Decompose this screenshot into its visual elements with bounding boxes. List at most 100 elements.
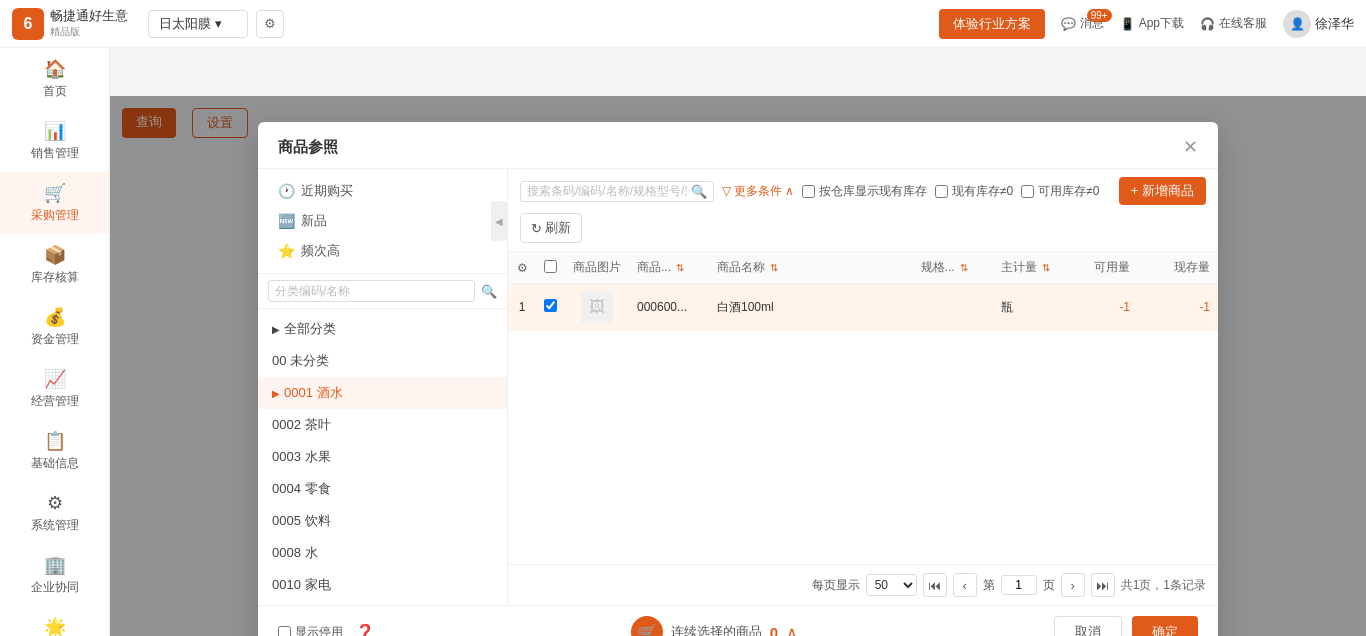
store-selector[interactable]: 日太阳膜 ▾ (148, 10, 248, 38)
category-water[interactable]: 0008 水 (258, 537, 507, 569)
row-settings: 1 (508, 284, 536, 331)
col-spec-header[interactable]: 规格... ⇅ (913, 252, 993, 284)
sidebar-item-finance-label: 资金管理 (31, 331, 79, 348)
sidebar-item-system-label: 系统管理 (31, 517, 79, 534)
col-code-header[interactable]: 商品... ⇅ (629, 252, 709, 284)
category-search-input[interactable] (268, 280, 475, 302)
sort-spec-icon: ⇅ (960, 262, 968, 273)
sort-code-icon: ⇅ (676, 262, 684, 273)
stock-checkbox[interactable] (935, 185, 948, 198)
avail-checkbox-group[interactable]: 可用库存≠0 (1021, 183, 1099, 200)
sidebar-item-sales[interactable]: 📊 销售管理 (0, 110, 109, 172)
row-checkbox[interactable] (544, 299, 557, 312)
prev-page-button[interactable]: ‹ (953, 573, 977, 597)
collapse-cart-icon[interactable]: ∧ (786, 623, 798, 637)
per-page-label: 每页显示 (812, 577, 860, 594)
col-name-header[interactable]: 商品名称 ⇅ (709, 252, 913, 284)
table-row[interactable]: 1 🖼 (508, 284, 1218, 331)
filter-recent-purchase[interactable]: 🕐 近期购买 (270, 177, 495, 205)
home-icon: 🏠 (44, 58, 66, 80)
sidebar-item-inventory[interactable]: 📦 库存核算 (0, 234, 109, 296)
sidebar-item-sales-label: 销售管理 (31, 145, 79, 162)
footer-buttons: 取消 确定 (1054, 616, 1198, 636)
last-page-button[interactable]: ⏭ (1091, 573, 1115, 597)
warehouse-checkbox[interactable] (802, 185, 815, 198)
sidebar-item-basic[interactable]: 📋 基础信息 (0, 420, 109, 482)
first-page-button[interactable]: ⏮ (923, 573, 947, 597)
product-table-wrap: ⚙ 商品图片 商品... ⇅ (508, 252, 1218, 564)
modal-toolbar: 🔍 ▽ 更多条件 ∧ 按仓库显示现有库存 (508, 169, 1218, 252)
col-unit-header[interactable]: 主计量 ⇅ (993, 252, 1058, 284)
modal-footer: 显示停用 ❓ 🛒 连续选择的商品 0 ∧ 取消 确定 (258, 605, 1218, 636)
avail-checkbox[interactable] (1021, 185, 1034, 198)
category-appliances[interactable]: 0010 家电 (258, 569, 507, 601)
modal-left-panel: 🕐 近期购买 🆕 新品 ⭐ 频次高 ◀ (258, 169, 508, 605)
confirm-button[interactable]: 确定 (1132, 616, 1198, 636)
filter-recent-label: 近期购买 (301, 182, 353, 200)
show-disabled-checkbox[interactable] (278, 626, 291, 637)
col-avail-header: 可用量 (1058, 252, 1138, 284)
filter-new-label: 新品 (301, 212, 327, 230)
category-snacks-label: 0004 零食 (272, 481, 331, 496)
store-dropdown-icon: ▾ (215, 16, 222, 31)
pagination: 每页显示 50 20 100 ⏮ ‹ 第 页 › ⏭ 共1页，1条记录 (508, 564, 1218, 605)
category-all[interactable]: ▶ 全部分类 (258, 313, 507, 345)
app-download-button[interactable]: 📱 App下载 (1120, 15, 1184, 32)
gear-button[interactable]: ⚙ (256, 10, 284, 38)
message-button[interactable]: 💬 消息 99+ (1061, 15, 1104, 32)
add-product-button[interactable]: + 新增商品 (1119, 177, 1206, 205)
mobile-icon: 📱 (1120, 17, 1135, 31)
per-page-select[interactable]: 50 20 100 (866, 574, 917, 596)
category-snacks[interactable]: 0004 零食 (258, 473, 507, 505)
sidebar-item-enterprise[interactable]: 🏢 企业协同 (0, 544, 109, 606)
col-stock-header: 现存量 (1138, 252, 1218, 284)
sales-icon: 📊 (44, 120, 66, 142)
service-button[interactable]: 🎧 在线客服 (1200, 15, 1267, 32)
filter-icon: ▽ (722, 184, 731, 198)
sidebar-item-home[interactable]: 🏠 首页 (0, 48, 109, 110)
refresh-button[interactable]: ↻ 刷新 (520, 213, 582, 243)
category-alcohol[interactable]: ▶ 0001 酒水 (258, 377, 507, 409)
system-icon: ⚙ (47, 492, 63, 514)
warehouse-checkbox-group[interactable]: 按仓库显示现有库存 (802, 183, 927, 200)
star-icon: ⭐ (278, 243, 295, 259)
modal-close-button[interactable]: ✕ (1183, 136, 1198, 158)
new-icon: 🆕 (278, 213, 295, 229)
experience-button[interactable]: 体验行业方案 (939, 9, 1045, 39)
category-fruit[interactable]: 0003 水果 (258, 441, 507, 473)
page-number-input[interactable] (1001, 575, 1037, 595)
stock-checkbox-group[interactable]: 现有库存≠0 (935, 183, 1013, 200)
more-filter-button[interactable]: ▽ 更多条件 ∧ (722, 183, 794, 200)
category-drinks[interactable]: 0005 饮料 (258, 505, 507, 537)
help-icon[interactable]: ❓ (355, 623, 375, 637)
select-all-checkbox[interactable] (544, 260, 557, 273)
user-area[interactable]: 👤 徐泽华 (1283, 10, 1354, 38)
category-unclassified[interactable]: 00 未分类 (258, 345, 507, 377)
sidebar-item-guide[interactable]: 🌟 新手引导 (0, 606, 109, 636)
next-page-button[interactable]: › (1061, 573, 1085, 597)
sidebar-item-management[interactable]: 📈 经营管理 (0, 358, 109, 420)
product-search-input[interactable] (527, 184, 687, 198)
sidebar: 🏠 首页 📊 销售管理 🛒 采购管理 📦 库存核算 💰 资金管理 📈 经营管理 … (0, 48, 110, 636)
store-name: 日太阳膜 (159, 15, 211, 33)
cart-icon[interactable]: 🛒 (631, 616, 663, 636)
category-fruit-label: 0003 水果 (272, 449, 331, 464)
search-icon[interactable]: 🔍 (691, 184, 707, 199)
filter-high-frequency[interactable]: ⭐ 频次高 (270, 237, 495, 265)
sidebar-item-finance[interactable]: 💰 资金管理 (0, 296, 109, 358)
show-disabled-checkbox-group[interactable]: 显示停用 (278, 624, 343, 637)
category-search-icon[interactable]: 🔍 (481, 284, 497, 299)
sidebar-item-system[interactable]: ⚙ 系统管理 (0, 482, 109, 544)
collapse-panel-button[interactable]: ◀ (491, 201, 507, 241)
cart-count: 0 (770, 624, 778, 637)
modal-title: 商品参照 (278, 138, 338, 157)
col-settings-header[interactable]: ⚙ (508, 252, 536, 284)
category-tea[interactable]: 0002 茶叶 (258, 409, 507, 441)
filter-new-product[interactable]: 🆕 新品 (270, 207, 495, 235)
row-checkbox-cell[interactable] (536, 284, 565, 331)
row-avail-cell: -1 (1058, 284, 1138, 331)
cancel-button[interactable]: 取消 (1054, 616, 1122, 636)
col-check-header[interactable] (536, 252, 565, 284)
sidebar-item-purchase[interactable]: 🛒 采购管理 (0, 172, 109, 234)
row-spec-cell (913, 284, 993, 331)
